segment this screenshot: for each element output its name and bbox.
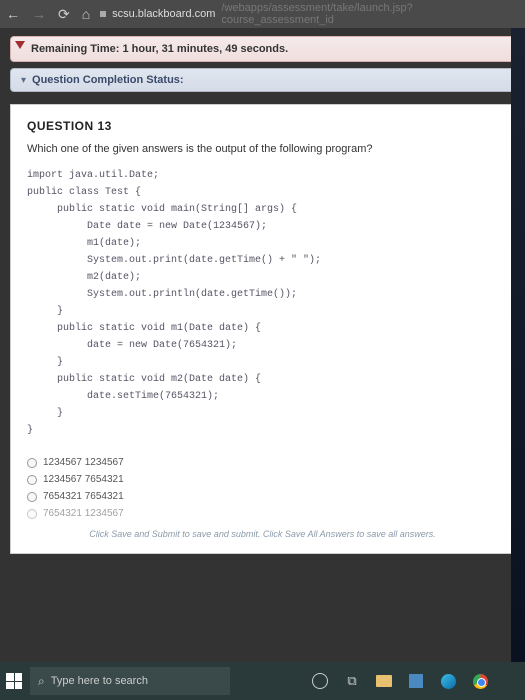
answer-option[interactable]: 1234567 1234567 [27, 457, 498, 468]
timer-alert: Remaining Time: 1 hour, 31 minutes, 49 s… [10, 36, 515, 62]
forward-icon[interactable]: → [32, 6, 46, 23]
cortana-icon[interactable] [311, 672, 329, 690]
question-card: QUESTION 13 Which one of the given answe… [10, 104, 515, 554]
url-host: scsu.blackboard.com [112, 8, 215, 20]
taskbar-search[interactable]: ⌕ Type here to search [30, 667, 230, 695]
option-label: 1234567 1234567 [43, 457, 124, 468]
search-placeholder: Type here to search [51, 675, 148, 687]
edge-icon[interactable] [439, 672, 457, 690]
completion-status-label: Question Completion Status: [32, 74, 184, 86]
home-icon[interactable]: ⌂ [82, 6, 90, 23]
file-explorer-icon[interactable] [375, 672, 393, 690]
radio-icon[interactable] [27, 509, 37, 519]
code-block: import java.util.Date; public class Test… [27, 167, 498, 439]
chrome-icon[interactable] [471, 672, 489, 690]
expand-icon: ▾ [21, 75, 26, 86]
reload-icon[interactable]: ⟳ [58, 6, 70, 23]
store-icon[interactable] [407, 672, 425, 690]
option-label: 1234567 7654321 [43, 474, 124, 485]
answer-option[interactable]: 7654321 7654321 [27, 491, 498, 502]
timer-value: 1 hour, 31 minutes, 49 seconds. [123, 43, 289, 55]
url-path: /webapps/assessment/take/launch.jsp?cour… [221, 2, 519, 26]
page-body: Remaining Time: 1 hour, 31 minutes, 49 s… [0, 28, 525, 662]
option-label: 7654321 1234567 [43, 508, 124, 519]
answer-options: 1234567 1234567 1234567 7654321 7654321 … [27, 457, 498, 519]
radio-icon[interactable] [27, 458, 37, 468]
windows-taskbar: ⌕ Type here to search ⧉ [0, 662, 525, 700]
next-monitor-edge [511, 28, 525, 662]
completion-status-bar[interactable]: ▾ Question Completion Status: [10, 68, 515, 92]
task-view-icon[interactable]: ⧉ [343, 672, 361, 690]
start-button[interactable] [6, 673, 22, 689]
radio-icon[interactable] [27, 475, 37, 485]
back-icon[interactable]: ← [6, 6, 20, 23]
radio-icon[interactable] [27, 492, 37, 502]
timer-label: Remaining Time: [31, 43, 119, 55]
site-info-icon [100, 11, 106, 17]
search-icon: ⌕ [38, 674, 45, 689]
submit-hint: Click Save and Submit to save and submit… [27, 529, 498, 539]
address-bar[interactable]: scsu.blackboard.com /webapps/assessment/… [100, 2, 519, 26]
collapse-icon[interactable] [15, 41, 25, 49]
answer-option[interactable]: 1234567 7654321 [27, 474, 498, 485]
question-title: QUESTION 13 [27, 119, 498, 133]
answer-option[interactable]: 7654321 1234567 [27, 508, 498, 519]
question-prompt: Which one of the given answers is the ou… [27, 143, 498, 155]
browser-toolbar: ← → ⟳ ⌂ scsu.blackboard.com /webapps/ass… [0, 0, 525, 28]
option-label: 7654321 7654321 [43, 491, 124, 502]
